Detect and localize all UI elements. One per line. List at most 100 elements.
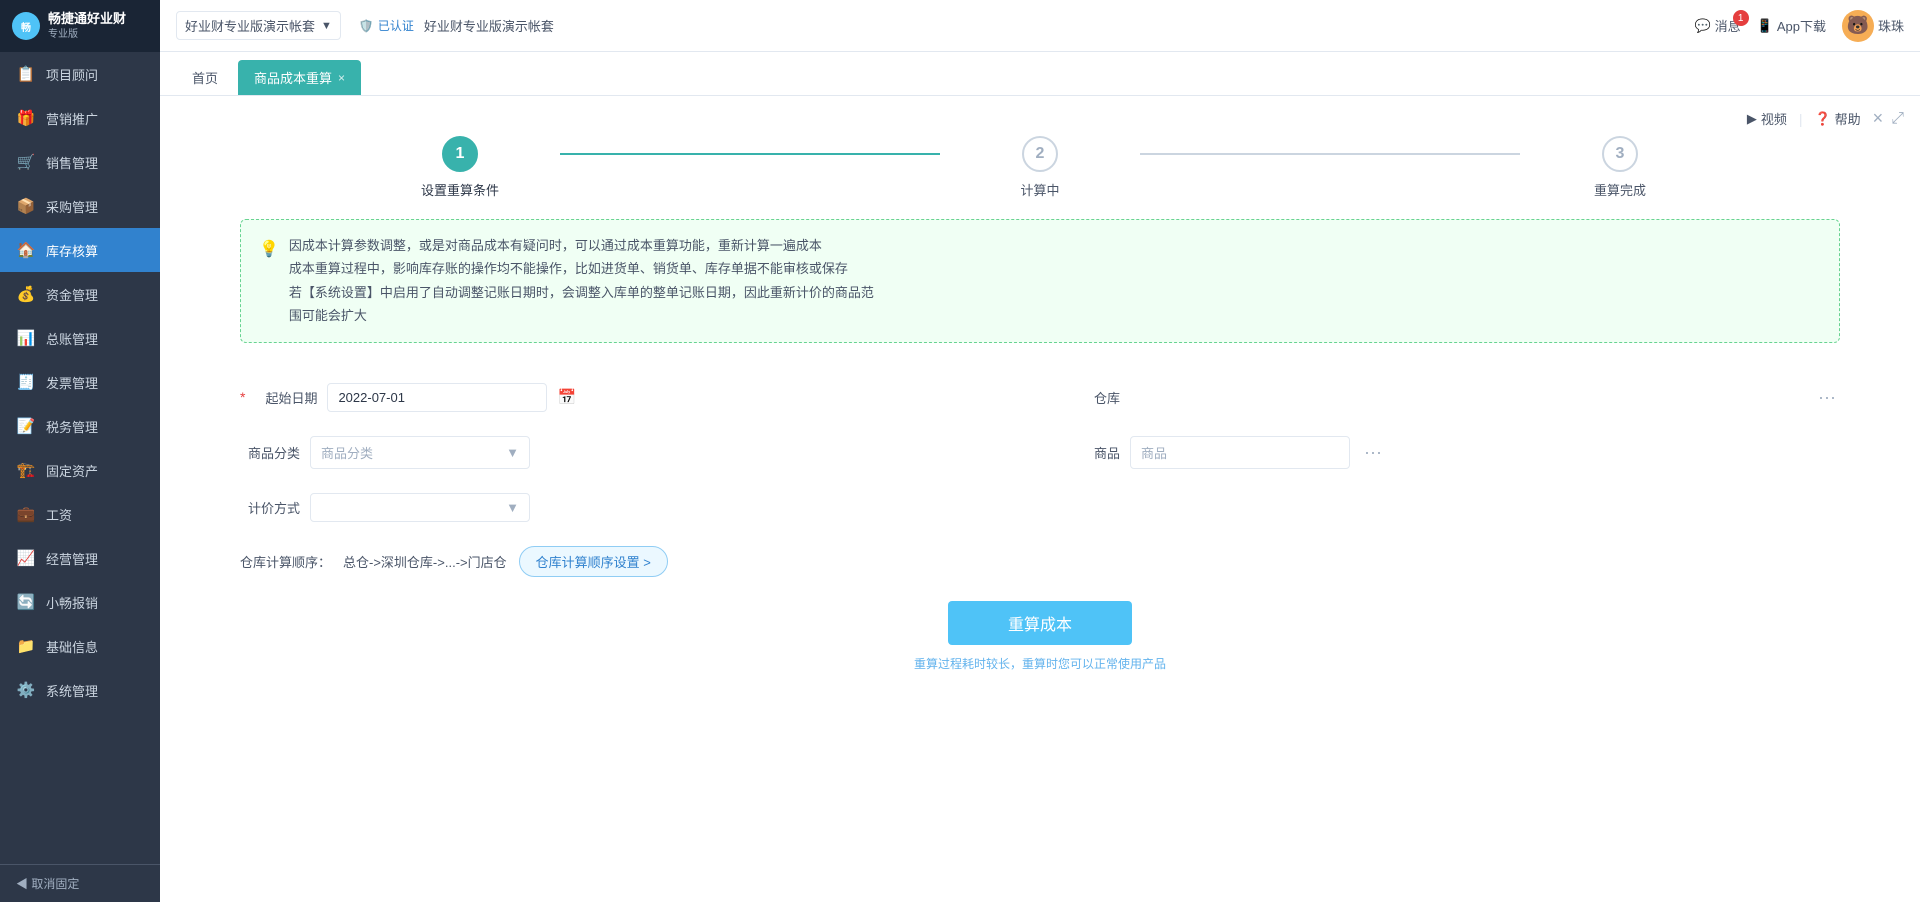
close-icon[interactable]: × [1873,108,1884,129]
chevron-down-icon-2: ▼ [506,500,519,515]
avatar-image: 🐻 [1842,10,1874,42]
sidebar-item-label-tax: 税务管理 [46,417,98,436]
message-icon: 💬 [1694,18,1710,34]
expand-icon[interactable]: ⤢ [1891,110,1904,128]
sidebar-item-finance[interactable]: 💰 资金管理 [0,272,160,316]
submit-area: 重算成本 重算过程耗时较长，重算时您可以正常使用产品 [240,601,1840,672]
form-group-start-date: * 起始日期 📅 [240,383,1020,412]
calc-order-label: 仓库计算顺序： [240,552,331,571]
price-method-select[interactable]: ▼ [310,493,530,522]
sidebar-item-label-invoice: 发票管理 [46,373,98,392]
warehouse-more-icon[interactable]: ··· [1814,387,1840,408]
goods-more-icon[interactable]: ··· [1360,442,1386,463]
topbar-account-name: 好业财专业版演示帐套 [424,16,554,35]
category-select[interactable]: 商品分类 ▼ [310,436,530,469]
sidebar-item-salary[interactable]: 💼 工资 [0,492,160,536]
topbar-actions: 💬 消息 1 📱 App下载 🐻 珠珠 [1694,10,1904,42]
sidebar-item-assets[interactable]: 🏗️ 固定资产 [0,448,160,492]
sidebar-item-label-system: 系统管理 [46,681,98,700]
tab-close-icon[interactable]: × [338,71,345,85]
form-row-1: * 起始日期 📅 仓库 ··· [240,383,1840,412]
sidebar-item-inventory[interactable]: 🏠 库存核算 [0,228,160,272]
step-2-number: 2 [1036,145,1045,163]
sidebar-item-label-purchase: 采购管理 [46,197,98,216]
inventory-icon: 🏠 [16,240,36,260]
start-date-label: 起始日期 [257,388,317,407]
category-placeholder: 商品分类 [321,443,373,462]
salary-icon: 💼 [16,504,36,524]
sidebar-item-purchase[interactable]: 📦 采购管理 [0,184,160,228]
sidebar-item-system[interactable]: ⚙️ 系统管理 [0,668,160,712]
sidebar-item-label-marketing: 营销推广 [46,109,98,128]
price-method-label: 计价方式 [240,498,300,517]
sidebar-item-accounting[interactable]: 📊 总账管理 [0,316,160,360]
required-star: * [240,389,245,405]
accounting-icon: 📊 [16,328,36,348]
sidebar-item-label-inventory: 库存核算 [46,241,98,260]
step-3-circle: 3 [1602,136,1638,172]
sidebar-header: 畅 畅捷通好业财 专业版 [0,0,160,52]
message-button[interactable]: 💬 消息 1 [1694,16,1740,35]
app-logo: 畅 [12,12,40,40]
form-area: * 起始日期 📅 仓库 ··· 商品分类 商品分类 ▼ [160,363,1920,692]
step-1-circle: 1 [442,136,478,172]
account-selector[interactable]: 好业财专业版演示帐套 ▼ [176,11,341,40]
recalculate-button[interactable]: 重算成本 [948,601,1132,645]
sidebar-item-label-salary: 工资 [46,505,72,524]
sidebar-item-label-operation: 经营管理 [46,549,98,568]
notice-icon: 💡 [259,236,279,328]
expense-icon: 🔄 [16,592,36,612]
step-3: 3 重算完成 [1520,136,1720,199]
shield-icon: 🛡️ [359,19,374,33]
sidebar-item-tax[interactable]: 📝 税务管理 [0,404,160,448]
sidebar-item-basic[interactable]: 📁 基础信息 [0,624,160,668]
tab-recalc-label: 商品成本重算 [254,68,332,87]
calc-order-value: 总仓->深圳仓库->...->门店仓 [343,552,507,571]
chevron-down-icon: ▼ [506,445,519,460]
purchase-icon: 📦 [16,196,36,216]
user-avatar[interactable]: 🐻 珠珠 [1842,10,1904,42]
steps-container: 1 设置重算条件 2 计算中 3 重算完成 [160,96,1920,209]
form-group-goods: 商品 商品 ··· [1060,436,1840,469]
tab-recalc[interactable]: 商品成本重算 × [238,60,361,95]
basic-icon: 📁 [16,636,36,656]
sales-icon: 🛒 [16,152,36,172]
step-connector-1 [560,153,940,155]
tab-home[interactable]: 首页 [176,60,234,95]
app-name: 畅捷通好业财 [48,11,126,28]
sidebar-item-label-finance: 资金管理 [46,285,98,304]
window-controls: × ⤢ [1873,108,1904,129]
recalculate-label: 重算成本 [1008,617,1072,634]
tabbar: 首页 商品成本重算 × [160,52,1920,96]
step-2-label: 计算中 [1020,180,1059,199]
notice-line-2: 成本重算过程中，影响库存账的操作均不能操作，比如进货单、销货单、库存单据不能审核… [289,257,874,280]
message-badge: 1 [1733,10,1749,26]
app-download-button[interactable]: 📱 App下载 [1757,16,1826,35]
form-row-3: 计价方式 ▼ [240,493,1840,522]
calc-order-btn-label: 仓库计算顺序设置 > [536,552,651,571]
goods-placeholder: 商品 [1141,446,1167,461]
sidebar-item-invoice[interactable]: 🧾 发票管理 [0,360,160,404]
calc-order-settings-button[interactable]: 仓库计算顺序设置 > [519,546,668,577]
step-2: 2 计算中 [940,136,1140,199]
content-top-controls: ▶ 视频 | ❓ 帮助 × ⤢ [1747,108,1904,129]
invoice-icon: 🧾 [16,372,36,392]
marketing-icon: 🎁 [16,108,36,128]
sidebar-item-sales[interactable]: 🛒 销售管理 [0,140,160,184]
warehouse-label: 仓库 [1060,388,1120,407]
help-button[interactable]: ❓ 帮助 [1814,109,1860,128]
sidebar-item-marketing[interactable]: 🎁 营销推广 [0,96,160,140]
tax-icon: 📝 [16,416,36,436]
sidebar-item-label-sales: 销售管理 [46,153,98,172]
sidebar-item-operation[interactable]: 📈 经营管理 [0,536,160,580]
sidebar-nav: 📋 项目顾问 🎁 营销推广 🛒 销售管理 📦 采购管理 🏠 库存核算 💰 资金管… [0,52,160,864]
sidebar-unpin-button[interactable]: ◀ 取消固定 [0,864,160,902]
sidebar-item-expense[interactable]: 🔄 小畅报销 [0,580,160,624]
video-help-button[interactable]: ▶ 视频 [1747,109,1787,128]
question-icon: ❓ [1814,111,1830,127]
goods-label: 商品 [1060,443,1120,462]
calendar-icon[interactable]: 📅 [557,388,576,406]
start-date-input[interactable] [327,383,547,412]
sidebar-item-project[interactable]: 📋 项目顾问 [0,52,160,96]
sidebar-item-label-project: 项目顾问 [46,65,98,84]
